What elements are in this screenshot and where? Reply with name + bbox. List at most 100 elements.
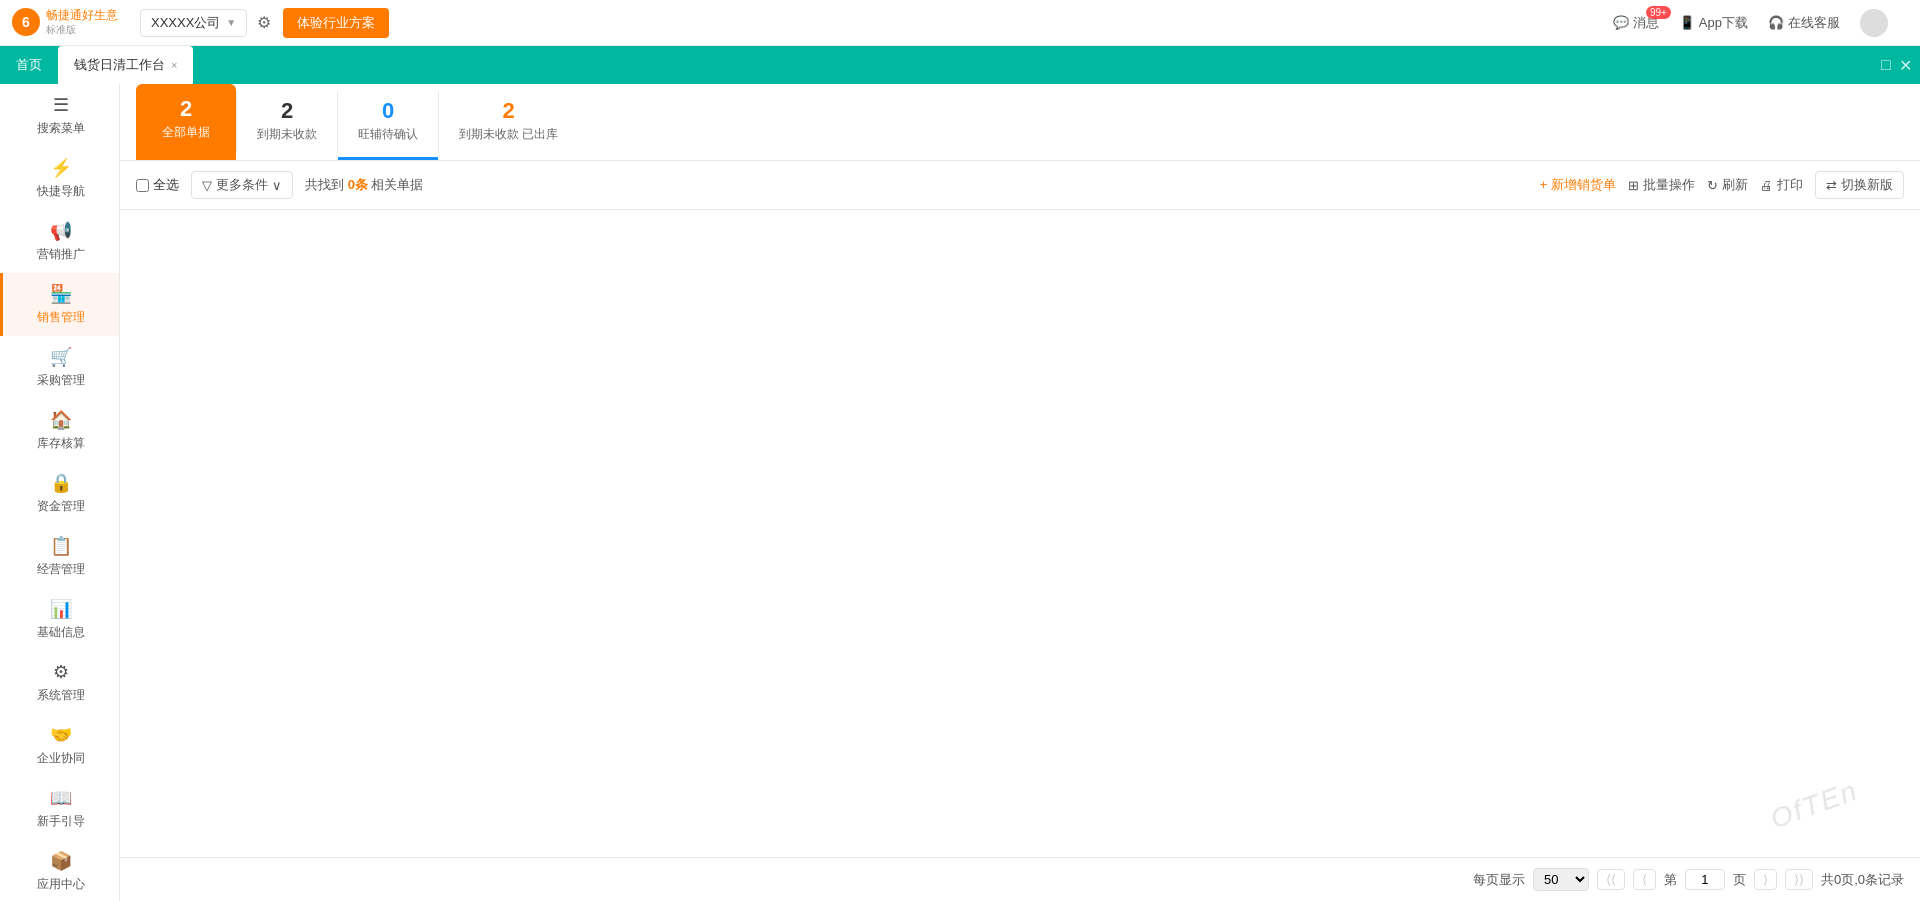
switch-icon: ⇄ [1826, 178, 1837, 193]
refresh-button[interactable]: ↻ 刷新 [1707, 176, 1748, 194]
found-suffix: 相关单据 [371, 177, 423, 192]
logo-area: 6 畅捷通好生意 标准版 [12, 8, 132, 36]
search-menu-label: 搜索菜单 [37, 120, 85, 137]
first-page-button[interactable]: ⟨⟨ [1597, 869, 1625, 890]
print-label: 打印 [1777, 176, 1803, 194]
app-download-item[interactable]: 📱 App下载 [1679, 14, 1748, 32]
close-tab-icon[interactable]: × [171, 59, 177, 71]
operations-label: 经营管理 [37, 561, 85, 578]
top-right-area: 💬 消息 99+ 📱 App下载 🎧 在线客服 [1613, 9, 1908, 37]
sidebar-item-search-menu[interactable]: ☰ 搜索菜单 [0, 84, 119, 147]
page-unit: 页 [1733, 871, 1746, 889]
stat-pending-label: 旺辅待确认 [358, 126, 418, 143]
trial-button[interactable]: 体验行业方案 [283, 8, 389, 38]
messages-item[interactable]: 💬 消息 99+ [1613, 14, 1659, 32]
per-page-label: 每页显示 [1473, 871, 1525, 889]
inventory-label: 库存核算 [37, 435, 85, 452]
stat-tab-all[interactable]: 2 全部单据 [136, 84, 236, 160]
batch-icon: ⊞ [1628, 178, 1639, 193]
filter-button[interactable]: ▽ 更多条件 ∨ [191, 171, 293, 199]
sales-icon: 🏪 [50, 283, 72, 305]
basic-info-label: 基础信息 [37, 624, 85, 641]
switch-label: 切换新版 [1841, 176, 1893, 194]
home-tab[interactable]: 首页 [0, 46, 58, 84]
sidebar-item-guide[interactable]: 📖 新手引导 [0, 777, 119, 840]
filter-label: 更多条件 [216, 176, 268, 194]
batch-operation-button[interactable]: ⊞ 批量操作 [1628, 176, 1695, 194]
basic-info-icon: 📊 [50, 598, 72, 620]
stat-tab-pending[interactable]: 0 旺辅待确认 [338, 84, 438, 160]
company-name: XXXXX公司 [151, 14, 220, 32]
inventory-icon: 🏠 [50, 409, 72, 431]
guide-icon: 📖 [50, 787, 72, 809]
sidebar-item-operations[interactable]: 📋 经营管理 [0, 525, 119, 588]
purchase-label: 采购管理 [37, 372, 85, 389]
sidebar-item-inventory[interactable]: 🏠 库存核算 [0, 399, 119, 462]
sidebar-item-marketing[interactable]: 📢 营销推广 [0, 210, 119, 273]
stat-overdue-number: 2 [257, 98, 317, 124]
sidebar: ☰ 搜索菜单 ⚡ 快捷导航 📢 营销推广 🏪 销售管理 🛒 采购管理 🏠 库存核… [0, 84, 120, 901]
app-center-label: 应用中心 [37, 876, 85, 893]
main-layout: ☰ 搜索菜单 ⚡ 快捷导航 📢 营销推广 🏪 销售管理 🛒 采购管理 🏠 库存核… [0, 84, 1920, 901]
company-arrow: ▼ [226, 17, 236, 28]
headset-icon: 🎧 [1768, 15, 1784, 30]
sidebar-item-purchase[interactable]: 🛒 采购管理 [0, 336, 119, 399]
nav-collapse-btn[interactable]: □ [1881, 56, 1891, 74]
active-tab-label: 钱货日清工作台 [74, 56, 165, 74]
next-page-button[interactable]: ⟩ [1754, 869, 1777, 890]
page-input[interactable] [1685, 869, 1725, 890]
page-label: 第 [1664, 871, 1677, 889]
system-icon: ⚙ [53, 661, 69, 683]
app-download-label: App下载 [1699, 14, 1748, 32]
home-tab-label: 首页 [16, 56, 42, 74]
last-page-button[interactable]: ⟩⟩ [1785, 869, 1813, 890]
enterprise-label: 企业协同 [37, 750, 85, 767]
logo-icon: 6 [12, 8, 40, 36]
settings-icon[interactable]: ⚙ [257, 13, 271, 32]
toolbar: 全选 ▽ 更多条件 ∨ 共找到 0条 相关单据 + 新增销货单 ⊞ 批量操作 ↻ [120, 161, 1920, 210]
sidebar-item-capital[interactable]: 🔒 资金管理 [0, 462, 119, 525]
sidebar-item-system[interactable]: ⚙ 系统管理 [0, 651, 119, 714]
sidebar-item-quick-nav[interactable]: ⚡ 快捷导航 [0, 147, 119, 210]
select-all-input[interactable] [136, 179, 149, 192]
table-area [120, 210, 1920, 857]
nav-expand-btn[interactable]: ✕ [1899, 56, 1912, 75]
stat-pending-number: 0 [358, 98, 418, 124]
stat-all-number: 2 [156, 96, 216, 122]
select-all-label: 全选 [153, 176, 179, 194]
company-selector[interactable]: XXXXX公司 ▼ [140, 9, 247, 37]
content-area: 2 全部单据 2 到期未收款 0 旺辅待确认 2 到期未收款 已出库 [120, 84, 1920, 901]
online-service-item[interactable]: 🎧 在线客服 [1768, 14, 1840, 32]
sidebar-item-sales[interactable]: 🏪 销售管理 [0, 273, 119, 336]
quick-nav-label: 快捷导航 [37, 183, 85, 200]
message-icon: 💬 [1613, 15, 1629, 30]
sidebar-item-basic-info[interactable]: 📊 基础信息 [0, 588, 119, 651]
stat-tab-overdue[interactable]: 2 到期未收款 [237, 84, 337, 160]
stat-overdue-out-number: 2 [459, 98, 558, 124]
found-text: 共找到 0条 相关单据 [305, 176, 423, 194]
stat-tab-overdue-out[interactable]: 2 到期未收款 已出库 [439, 84, 578, 160]
avatar[interactable] [1860, 9, 1888, 37]
add-sale-button[interactable]: + 新增销货单 [1540, 176, 1616, 194]
active-nav-tab[interactable]: 钱货日清工作台 × [58, 46, 193, 84]
logo-name: 畅捷通好生意 [46, 8, 118, 22]
marketing-icon: 📢 [50, 220, 72, 242]
system-label: 系统管理 [37, 687, 85, 704]
found-count: 0条 [348, 177, 368, 192]
capital-icon: 🔒 [50, 472, 72, 494]
search-menu-icon: ☰ [53, 94, 69, 116]
top-bar: 6 畅捷通好生意 标准版 XXXXX公司 ▼ ⚙ 体验行业方案 💬 消息 99+… [0, 0, 1920, 46]
print-button[interactable]: 🖨 打印 [1760, 176, 1803, 194]
quick-nav-icon: ⚡ [50, 157, 72, 179]
toolbar-right: + 新增销货单 ⊞ 批量操作 ↻ 刷新 🖨 打印 ⇄ 切换新版 [1540, 171, 1904, 199]
batch-label: 批量操作 [1643, 176, 1695, 194]
per-page-select[interactable]: 10 20 50 100 [1533, 868, 1589, 891]
sidebar-item-enterprise[interactable]: 🤝 企业协同 [0, 714, 119, 777]
enterprise-icon: 🤝 [50, 724, 72, 746]
print-icon: 🖨 [1760, 178, 1773, 193]
prev-page-button[interactable]: ⟨ [1633, 869, 1656, 890]
switch-version-button[interactable]: ⇄ 切换新版 [1815, 171, 1904, 199]
app-download-icon: 📱 [1679, 15, 1695, 30]
select-all-checkbox[interactable]: 全选 [136, 176, 179, 194]
sidebar-item-app-center[interactable]: 📦 应用中心 [0, 840, 119, 901]
